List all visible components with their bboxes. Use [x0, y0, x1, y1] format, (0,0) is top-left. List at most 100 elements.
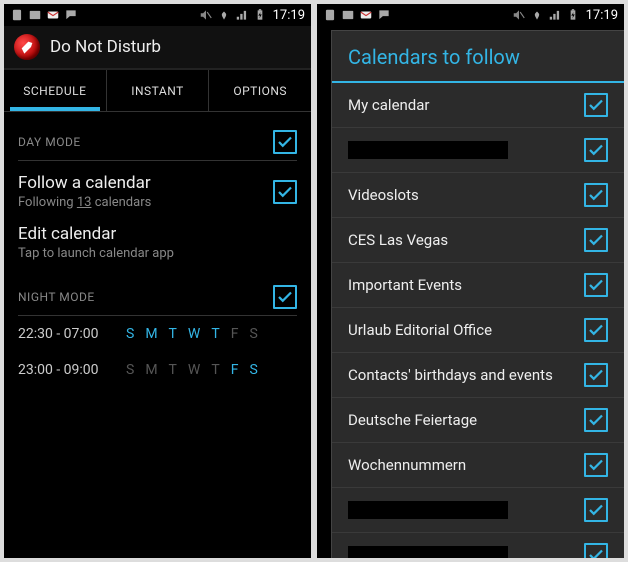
tab-bar: SCHEDULE INSTANT OPTIONS [4, 70, 311, 112]
night-schedule-row[interactable]: 22:30 - 07:00SMTWTFS [18, 316, 297, 352]
battery-icon [566, 8, 580, 22]
calendar-item[interactable]: Contacts' birthdays and events [332, 353, 624, 398]
schedule-days: SMTWTFS [126, 326, 258, 342]
night-mode-checkbox[interactable] [273, 285, 297, 309]
schedule-time: 23:00 - 09:00 [18, 362, 126, 378]
schedule-days: SMTWTFS [126, 362, 258, 378]
night-schedule-list: 22:30 - 07:00SMTWTFS23:00 - 09:00SMTWTFS [18, 316, 297, 388]
calendar-item-label: Contacts' birthdays and events [348, 366, 563, 385]
tab-instant-label: INSTANT [131, 84, 184, 98]
night-mode-header[interactable]: NIGHT MODE [18, 271, 297, 316]
mail-icon [46, 8, 60, 22]
calendar-item[interactable]: Deutsche Feiertage [332, 398, 624, 443]
chat-icon [377, 8, 391, 22]
app-icon [14, 34, 40, 60]
calendar-item-label [348, 501, 508, 519]
calendar-item-checkbox[interactable] [584, 183, 608, 207]
edit-calendar-setting[interactable]: Edit calendar Tap to launch calendar app [18, 220, 297, 271]
mail-icon [359, 8, 373, 22]
wifi-icon [530, 8, 544, 22]
follow-calendar-setting[interactable]: Follow a calendar Following 13 calendars [18, 161, 297, 220]
day-mode-checkbox[interactable] [273, 130, 297, 154]
calendar-item-checkbox[interactable] [584, 408, 608, 432]
edit-calendar-title: Edit calendar [18, 224, 174, 244]
calendar-item-label: Important Events [348, 276, 472, 295]
day-letter: M [145, 362, 157, 378]
mute-icon [199, 8, 213, 22]
calendar-item-label: Videoslots [348, 186, 429, 205]
calendar-item-checkbox[interactable] [584, 363, 608, 387]
sim-icon [323, 8, 337, 22]
phone-left: 17:19 Do Not Disturb SCHEDULE INSTANT OP… [4, 4, 311, 558]
schedule-time: 22:30 - 07:00 [18, 326, 126, 342]
day-letter: W [188, 326, 200, 342]
gallery-icon [341, 8, 355, 22]
calendar-item[interactable] [332, 533, 624, 558]
status-bar: 17:19 [317, 4, 624, 26]
day-letter: S [249, 362, 257, 378]
tab-instant[interactable]: INSTANT [107, 70, 210, 111]
day-mode-label: DAY MODE [18, 135, 81, 149]
signal-icon [548, 8, 562, 22]
calendar-list[interactable]: My calendar Videoslots CES Las Vegas Import… [332, 83, 624, 558]
day-letter: S [126, 326, 134, 342]
follow-calendar-checkbox[interactable] [273, 180, 297, 204]
calendar-item-checkbox[interactable] [584, 498, 608, 522]
status-clock: 17:19 [273, 8, 305, 23]
calendar-item[interactable]: CES Las Vegas [332, 218, 624, 263]
app-title: Do Not Disturb [50, 37, 161, 57]
signal-icon [235, 8, 249, 22]
follow-calendar-sub: Following 13 calendars [18, 195, 151, 210]
dialog-title: Calendars to follow [332, 31, 624, 83]
calendar-item[interactable]: Urlaub Editorial Office [332, 308, 624, 353]
tab-options[interactable]: OPTIONS [209, 70, 311, 111]
wifi-icon [217, 8, 231, 22]
day-letter: T [211, 326, 219, 342]
day-mode-header[interactable]: DAY MODE [18, 116, 297, 161]
day-letter: S [249, 326, 257, 342]
day-letter: T [169, 362, 177, 378]
tab-schedule[interactable]: SCHEDULE [4, 70, 107, 111]
day-letter: F [231, 326, 239, 342]
phone-right: 17:19 Calendars to follow My calendar Vid… [317, 4, 624, 558]
calendar-item[interactable] [332, 128, 624, 173]
calendar-item-checkbox[interactable] [584, 318, 608, 342]
edit-calendar-sub: Tap to launch calendar app [18, 246, 174, 261]
calendar-item[interactable]: My calendar [332, 83, 624, 128]
calendar-item-checkbox[interactable] [584, 93, 608, 117]
calendar-item-checkbox[interactable] [584, 138, 608, 162]
day-letter: T [211, 362, 219, 378]
tab-schedule-label: SCHEDULE [23, 84, 86, 98]
calendar-item[interactable]: Wochennummern [332, 443, 624, 488]
calendar-item-checkbox[interactable] [584, 273, 608, 297]
sim-icon [10, 8, 24, 22]
day-letter: W [188, 362, 200, 378]
calendar-item-label: CES Las Vegas [348, 231, 458, 250]
calendar-item-label: My calendar [348, 96, 440, 115]
schedule-content: DAY MODE Follow a calendar Following 13 … [4, 112, 311, 558]
tab-options-label: OPTIONS [233, 84, 287, 98]
night-schedule-row[interactable]: 23:00 - 09:00SMTWTFS [18, 352, 297, 388]
calendar-item[interactable]: Videoslots [332, 173, 624, 218]
calendar-item-checkbox[interactable] [584, 228, 608, 252]
calendar-item[interactable] [332, 488, 624, 533]
battery-icon [253, 8, 267, 22]
day-letter: T [169, 326, 177, 342]
gallery-icon [28, 8, 42, 22]
calendar-item[interactable]: Important Events [332, 263, 624, 308]
day-letter: F [231, 362, 239, 378]
mute-icon [512, 8, 526, 22]
calendar-item-label [348, 141, 508, 159]
calendar-item-label [348, 546, 508, 558]
status-clock: 17:19 [586, 8, 618, 23]
calendar-item-label: Deutsche Feiertage [348, 411, 487, 430]
status-bar: 17:19 [4, 4, 311, 26]
follow-calendar-title: Follow a calendar [18, 173, 151, 193]
calendar-item-checkbox[interactable] [584, 543, 608, 558]
calendars-dialog: Calendars to follow My calendar Videoslot… [331, 30, 624, 558]
day-letter: M [145, 326, 157, 342]
calendar-item-label: Wochennummern [348, 456, 476, 475]
night-mode-label: NIGHT MODE [18, 290, 95, 304]
day-letter: S [126, 362, 134, 378]
calendar-item-checkbox[interactable] [584, 453, 608, 477]
